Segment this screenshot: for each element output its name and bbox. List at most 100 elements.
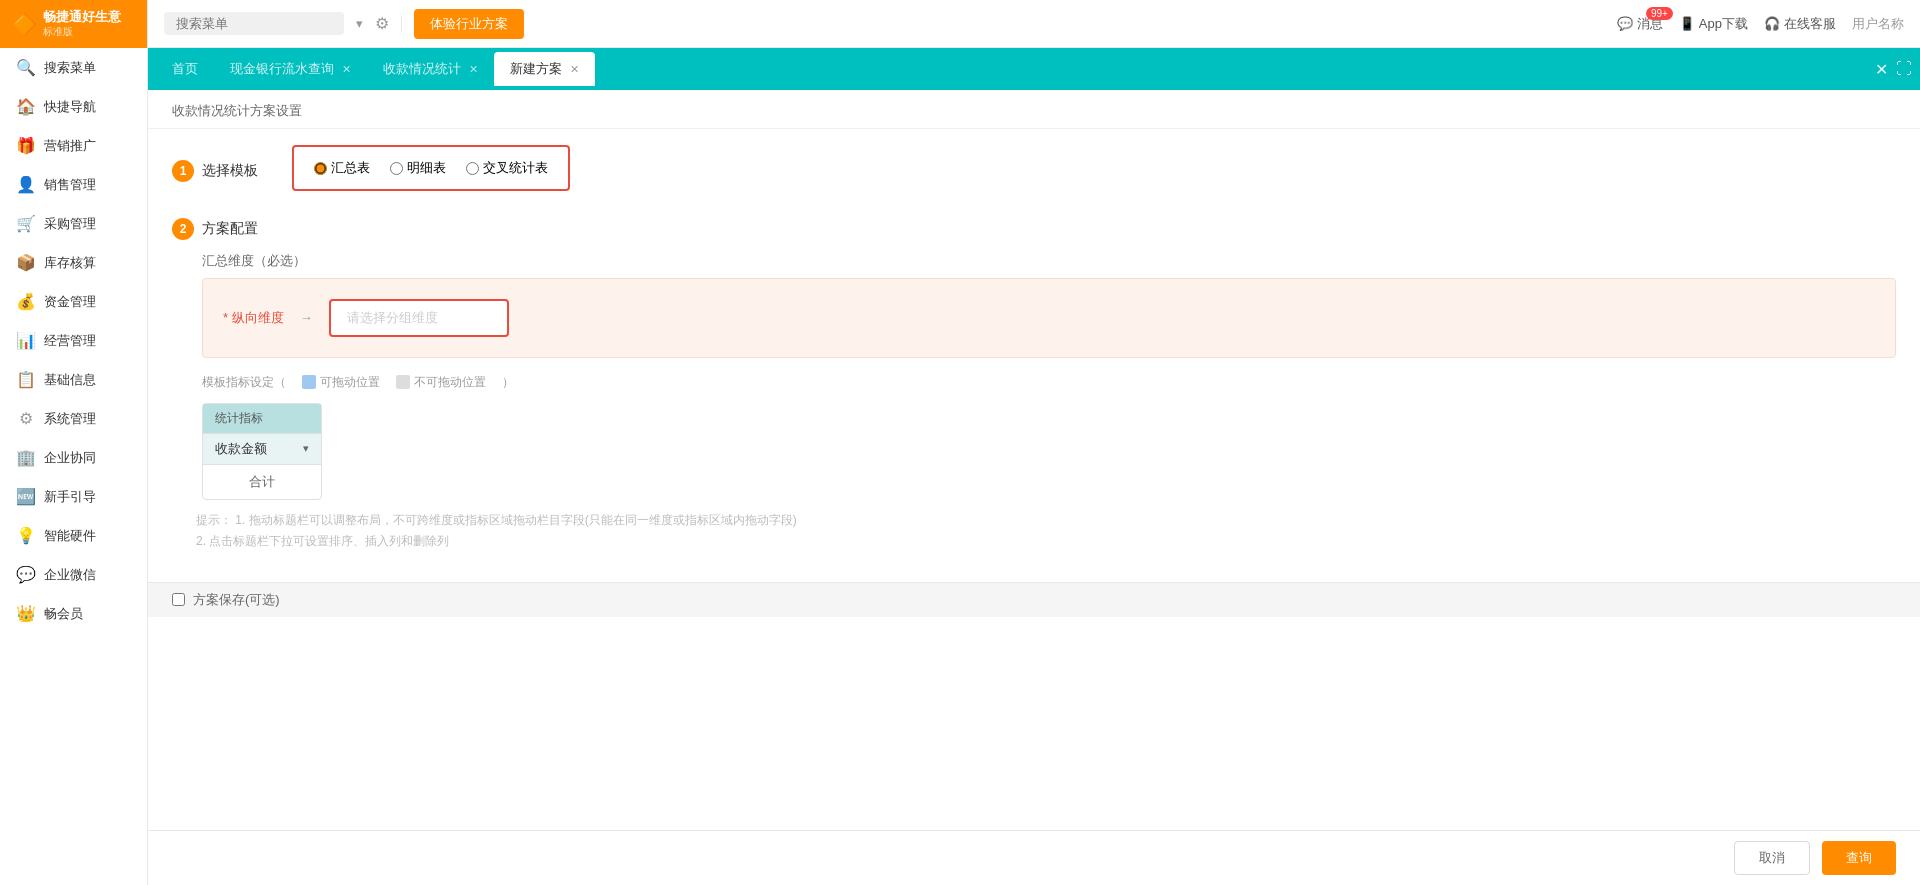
- operations-icon: 📊: [16, 331, 36, 350]
- top-header: ▾ ⚙ 体验行业方案 💬 消息 99+ 📱 App下载 🎧 在线客服 用户名称: [148, 0, 1920, 48]
- online-service-icon: 🎧: [1764, 16, 1780, 31]
- quick-nav-icon: 🏠: [16, 97, 36, 116]
- industry-plan-button[interactable]: 体验行业方案: [414, 9, 524, 39]
- user-name[interactable]: 用户名称: [1852, 15, 1904, 33]
- svg-rect-1: [396, 375, 410, 389]
- tab-receipt-stats-label: 收款情况统计: [383, 60, 461, 78]
- sidebar-item-member[interactable]: 👑 畅会员: [0, 594, 147, 633]
- tip2: 2. 点击标题栏下拉可设置排序、插入列和删除列: [196, 533, 1872, 550]
- step1-circle: 1: [172, 160, 194, 182]
- template-detail-label: 明细表: [407, 159, 446, 177]
- tab-new-plan-close[interactable]: ✕: [570, 63, 579, 76]
- sidebar-item-operations[interactable]: 📊 经营管理: [0, 321, 147, 360]
- sidebar-item-marketing[interactable]: 🎁 营销推广: [0, 126, 147, 165]
- page-wrap: 收款情况统计方案设置 1 选择模板 汇总表 明细表: [148, 90, 1920, 885]
- inventory-icon: 📦: [16, 253, 36, 272]
- app-download-icon: 📱: [1679, 16, 1695, 31]
- header-divider: [401, 16, 402, 32]
- app-download-item[interactable]: 📱 App下载: [1679, 15, 1748, 33]
- sidebar-label-system: 系统管理: [44, 410, 96, 428]
- tab-bank-flow-close[interactable]: ✕: [342, 63, 351, 76]
- sidebar-item-system[interactable]: ⚙ 系统管理: [0, 399, 147, 438]
- content-area: 收款情况统计方案设置 1 选择模板 汇总表 明细表: [148, 90, 1920, 885]
- header-dropdown-icon[interactable]: ▾: [356, 16, 363, 31]
- template-summary[interactable]: 汇总表: [314, 159, 370, 177]
- step1-section: 1 选择模板 汇总表 明细表 交叉统计表: [148, 129, 1920, 210]
- sidebar-item-enterprise[interactable]: 🏢 企业协同: [0, 438, 147, 477]
- draggable-indicator: 可拖动位置: [302, 374, 380, 391]
- sidebar-label-inventory: 库存核算: [44, 254, 96, 272]
- cancel-button[interactable]: 取消: [1734, 841, 1810, 875]
- radio-detail[interactable]: [390, 162, 403, 175]
- sidebar-label-marketing: 营销推广: [44, 137, 96, 155]
- tab-close-all-icon[interactable]: ✕: [1875, 60, 1888, 79]
- dimension-arrow: →: [300, 310, 313, 325]
- step2-text: 方案配置: [202, 220, 258, 238]
- sidebar-label-purchase: 采购管理: [44, 215, 96, 233]
- stats-column-header[interactable]: 收款金额 ▾: [203, 434, 321, 465]
- settings-icon[interactable]: ⚙: [375, 14, 389, 33]
- menu-search-input[interactable]: [164, 12, 344, 35]
- sidebar-item-smart-hw[interactable]: 💡 智能硬件: [0, 516, 147, 555]
- metrics-info: 模板指标设定（ 可拖动位置 不可拖动位置 ）: [202, 374, 1896, 391]
- dimension-outer: 汇总维度（必选） * 纵向维度 → 请选择分组维度: [172, 252, 1896, 358]
- tab-receipt-stats[interactable]: 收款情况统计 ✕: [367, 52, 494, 86]
- dimension-select[interactable]: 请选择分组维度: [329, 299, 509, 337]
- sidebar-item-inventory[interactable]: 📦 库存核算: [0, 243, 147, 282]
- guide-icon: 🆕: [16, 487, 36, 506]
- step1-label: 1 选择模板: [172, 160, 258, 182]
- sidebar-label-guide: 新手引导: [44, 488, 96, 506]
- step2-circle: 2: [172, 218, 194, 240]
- sidebar-item-search-menu[interactable]: 🔍 搜索菜单: [0, 48, 147, 87]
- stats-table: 统计指标 收款金额 ▾ 合计: [202, 403, 322, 500]
- tab-new-plan-label: 新建方案: [510, 60, 562, 78]
- notification-badge: 99+: [1646, 7, 1673, 20]
- search-menu-icon: 🔍: [16, 58, 36, 77]
- header-left: ▾ ⚙ 体验行业方案: [164, 9, 524, 39]
- template-detail[interactable]: 明细表: [390, 159, 446, 177]
- metrics-title: 模板指标设定（: [202, 374, 286, 391]
- tab-bank-flow[interactable]: 现金银行流水查询 ✕: [214, 52, 367, 86]
- smart-hw-icon: 💡: [16, 526, 36, 545]
- query-button[interactable]: 查询: [1822, 841, 1896, 875]
- template-cross-label: 交叉统计表: [483, 159, 548, 177]
- tip1: 提示： 1. 拖动标题栏可以调整布局，不可跨维度或指标区域拖动栏目字段(只能在同…: [196, 512, 1872, 529]
- sidebar-item-wechat[interactable]: 💬 企业微信: [0, 555, 147, 594]
- step2-section: 2 方案配置 汇总维度（必选） * 纵向维度 → 请选择分组维度: [148, 210, 1920, 582]
- step2-label: 2 方案配置: [172, 218, 258, 240]
- dimension-title: 汇总维度（必选）: [202, 252, 1896, 270]
- main-area: ▾ ⚙ 体验行业方案 💬 消息 99+ 📱 App下载 🎧 在线客服 用户名称: [148, 0, 1920, 885]
- stats-label: 统计指标: [203, 404, 321, 434]
- sidebar-label-finance: 资金管理: [44, 293, 96, 311]
- sidebar-item-purchase[interactable]: 🛒 采购管理: [0, 204, 147, 243]
- non-draggable-indicator: 不可拖动位置: [396, 374, 486, 391]
- tab-receipt-stats-close[interactable]: ✕: [469, 63, 478, 76]
- marketing-icon: 🎁: [16, 136, 36, 155]
- sidebar-item-sales[interactable]: 👤 销售管理: [0, 165, 147, 204]
- metrics-close-paren: ）: [502, 374, 514, 391]
- sidebar-item-guide[interactable]: 🆕 新手引导: [0, 477, 147, 516]
- tab-home[interactable]: 首页: [156, 52, 214, 86]
- bottom-action-bar: 取消 查询: [148, 830, 1920, 885]
- notification-item[interactable]: 💬 消息 99+: [1617, 15, 1663, 33]
- radio-cross[interactable]: [466, 162, 479, 175]
- radio-summary[interactable]: [314, 162, 327, 175]
- draggable-icon: [302, 375, 316, 389]
- sidebar-item-basic-info[interactable]: 📋 基础信息: [0, 360, 147, 399]
- online-service-item[interactable]: 🎧 在线客服: [1764, 15, 1836, 33]
- sidebar-item-finance[interactable]: 💰 资金管理: [0, 282, 147, 321]
- app-name: 畅捷通好生意: [43, 9, 121, 25]
- notification-icon: 💬: [1617, 16, 1633, 31]
- save-plan-checkbox[interactable]: [172, 593, 185, 606]
- draggable-label: 可拖动位置: [320, 374, 380, 391]
- tab-new-plan[interactable]: 新建方案 ✕: [494, 52, 595, 86]
- tab-expand-icon[interactable]: ⛶: [1896, 60, 1912, 78]
- metrics-outer: 模板指标设定（ 可拖动位置 不可拖动位置 ） 统计指标: [172, 374, 1896, 500]
- sidebar-label-member: 畅会员: [44, 605, 83, 623]
- tab-bar-actions: ✕ ⛶: [1875, 60, 1912, 79]
- stats-total-row: 合计: [203, 465, 321, 499]
- sidebar-item-quick-nav[interactable]: 🏠 快捷导航: [0, 87, 147, 126]
- svg-rect-0: [302, 375, 316, 389]
- template-cross[interactable]: 交叉统计表: [466, 159, 548, 177]
- column-dropdown-icon[interactable]: ▾: [303, 442, 309, 455]
